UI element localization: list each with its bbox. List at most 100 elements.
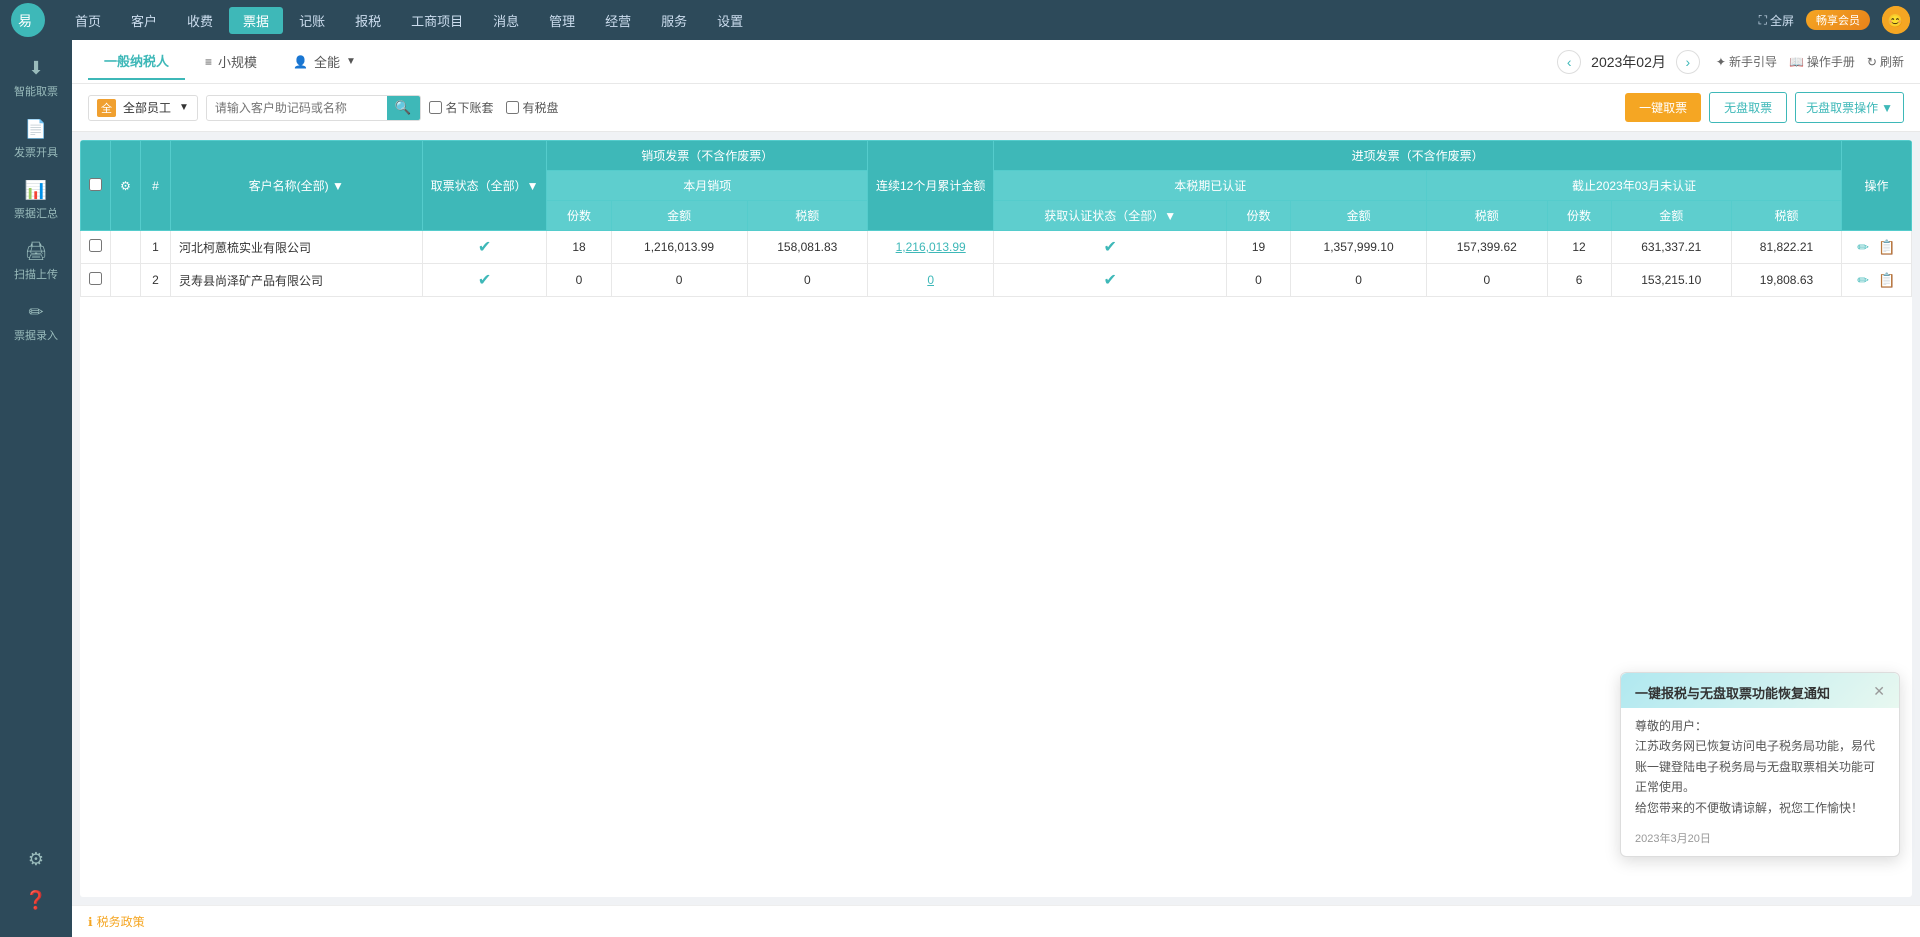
td-status-1: ✔ bbox=[422, 231, 547, 264]
sidebar-item-settings[interactable]: ⚙ bbox=[21, 839, 51, 880]
all-icon: 👤 bbox=[293, 55, 308, 69]
th-operation: 操作 bbox=[1842, 141, 1912, 231]
no-disk-more-btn[interactable]: 无盘取票操作 ▼ bbox=[1795, 92, 1904, 123]
select-all-checkbox[interactable] bbox=[89, 178, 102, 191]
th-tax-out: 税额 bbox=[747, 201, 867, 231]
edit-icon-1[interactable]: ✏ bbox=[1857, 239, 1869, 255]
edit-icon-2[interactable]: ✏ bbox=[1857, 272, 1869, 288]
td-cumulative-2[interactable]: 0 bbox=[867, 264, 993, 297]
sidebar-item-help[interactable]: ❓ bbox=[21, 880, 51, 921]
nav-tax[interactable]: 报税 bbox=[341, 7, 395, 34]
td-tax-in-1: 157,399.62 bbox=[1427, 231, 1547, 264]
refresh-link[interactable]: ↻ 刷新 bbox=[1867, 53, 1904, 70]
nav-items: 首页 客户 收费 票据 记账 报税 工商项目 消息 管理 经营 服务 设置 bbox=[61, 7, 1759, 34]
notification-popup: 一键报税与无盘取票功能恢复通知 ✕ 尊敬的用户： 江苏政务网已恢复访问电子税务局… bbox=[1620, 672, 1900, 857]
vip-button[interactable]: 畅享会员 bbox=[1806, 10, 1870, 30]
nav-customer[interactable]: 客户 bbox=[117, 7, 171, 34]
checkbox-tax-disk[interactable]: 有税盘 bbox=[506, 99, 559, 116]
nav-service[interactable]: 服务 bbox=[647, 7, 701, 34]
copy-icon-2[interactable]: 📋 bbox=[1878, 272, 1895, 288]
row-checkbox-1[interactable] bbox=[89, 239, 102, 252]
checkbox-subsidiary[interactable]: 名下账套 bbox=[429, 99, 494, 116]
sidebar-item-invoice-issue[interactable]: 📄 发票开具 bbox=[0, 109, 72, 170]
td-customer-2: 灵寿县尚泽矿产品有限公司 bbox=[171, 264, 423, 297]
cumulative-link-2[interactable]: 0 bbox=[927, 273, 934, 287]
td-count-un-2: 6 bbox=[1547, 264, 1611, 297]
nav-invoice[interactable]: 票据 bbox=[229, 7, 283, 34]
notification-close-btn[interactable]: ✕ bbox=[1873, 683, 1885, 700]
manual-link[interactable]: 📖 操作手册 bbox=[1789, 53, 1855, 70]
th-tax-un: 税额 bbox=[1731, 201, 1841, 231]
nav-account[interactable]: 记账 bbox=[285, 7, 339, 34]
nav-home[interactable]: 首页 bbox=[61, 7, 115, 34]
tab-all[interactable]: 👤 全能 ▼ bbox=[277, 44, 372, 79]
td-operation-2: ✏ 📋 bbox=[1842, 264, 1912, 297]
employee-select[interactable]: 全 全部员工 ▼ bbox=[88, 95, 198, 121]
th-amount-in: 金额 bbox=[1291, 201, 1427, 231]
sidebar-item-entry[interactable]: ✏ 票据录入 bbox=[0, 292, 72, 353]
td-index-1: 1 bbox=[141, 231, 171, 264]
th-settings: ⚙ bbox=[111, 141, 141, 231]
tab-bar: 一般纳税人 ≡ 小规模 👤 全能 ▼ ‹ 2023年02月 › ✦ bbox=[72, 40, 1920, 84]
sidebar-item-summary[interactable]: 📊 票据汇总 bbox=[0, 170, 72, 231]
td-count-in-2: 0 bbox=[1226, 264, 1290, 297]
subsidiary-checkbox[interactable] bbox=[429, 101, 442, 114]
refresh-icon: ↻ bbox=[1867, 55, 1877, 69]
filter-icon[interactable]: ▼ bbox=[332, 179, 344, 193]
search-button[interactable]: 🔍 bbox=[387, 96, 420, 120]
nav-settings[interactable]: 设置 bbox=[703, 7, 757, 34]
status-filter-icon[interactable]: ▼ bbox=[527, 179, 539, 193]
td-checkbox-2[interactable] bbox=[81, 264, 111, 297]
td-tax-un-1: 81,822.21 bbox=[1731, 231, 1841, 264]
td-checkbox-1[interactable] bbox=[81, 231, 111, 264]
one-click-ticket-btn[interactable]: 一键取票 bbox=[1625, 93, 1701, 122]
th-amount-out: 金额 bbox=[611, 201, 747, 231]
th-cumulative: 连续12个月累计金额 bbox=[867, 141, 993, 231]
prev-month-btn[interactable]: ‹ bbox=[1557, 50, 1581, 74]
copy-icon-1[interactable]: 📋 bbox=[1878, 239, 1895, 255]
tax-policy-link[interactable]: ℹ 税务政策 bbox=[88, 913, 145, 930]
manual-icon: 📖 bbox=[1789, 55, 1804, 69]
avatar[interactable]: 😊 bbox=[1882, 6, 1910, 34]
nav-business[interactable]: 工商项目 bbox=[397, 7, 477, 34]
tab-general-taxpayer[interactable]: 一般纳税人 bbox=[88, 43, 185, 80]
cumulative-link-1[interactable]: 1,216,013.99 bbox=[896, 240, 966, 254]
scan-icon: 🖨 bbox=[25, 241, 48, 262]
nav-fee[interactable]: 收费 bbox=[173, 7, 227, 34]
nav-manage[interactable]: 管理 bbox=[535, 7, 589, 34]
checkbox-group: 名下账套 有税盘 bbox=[429, 99, 559, 116]
td-tax-in-2: 0 bbox=[1427, 264, 1547, 297]
svg-text:易: 易 bbox=[18, 13, 32, 29]
toolbar-right: 一键取票 无盘取票 无盘取票操作 ▼ bbox=[1625, 92, 1904, 123]
tab-small-scale[interactable]: ≡ 小规模 bbox=[189, 44, 273, 79]
no-disk-ticket-btn[interactable]: 无盘取票 bbox=[1709, 92, 1787, 123]
nav-message[interactable]: 消息 bbox=[479, 7, 533, 34]
next-month-btn[interactable]: › bbox=[1676, 50, 1700, 74]
sidebar-bottom: ⚙ ❓ bbox=[21, 839, 51, 937]
guide-link[interactable]: ✦ 新手引导 bbox=[1716, 53, 1777, 70]
search-box: 🔍 bbox=[206, 95, 421, 121]
sidebar-item-smart-ticket[interactable]: ⬇ 智能取票 bbox=[0, 48, 72, 109]
help-icon: ❓ bbox=[25, 890, 47, 911]
top-nav-right: ⛶ 全屏 畅享会员 😊 bbox=[1759, 6, 1910, 34]
td-cumulative-1[interactable]: 1,216,013.99 bbox=[867, 231, 993, 264]
employee-tag: 全 bbox=[97, 99, 116, 117]
tab-bar-right: ‹ 2023年02月 › ✦ 新手引导 📖 操作手册 ↻ 刷新 bbox=[1557, 50, 1904, 74]
sidebar-item-scan[interactable]: 🖨 扫描上传 bbox=[0, 231, 72, 292]
fullscreen-btn[interactable]: ⛶ 全屏 bbox=[1759, 12, 1794, 29]
td-count-un-1: 12 bbox=[1547, 231, 1611, 264]
td-settings-1 bbox=[111, 231, 141, 264]
td-amount-un-2: 153,215.10 bbox=[1611, 264, 1731, 297]
nav-operation[interactable]: 经营 bbox=[591, 7, 645, 34]
cert-filter-icon[interactable]: ▼ bbox=[1164, 209, 1176, 223]
status-check-icon-2: ✔ bbox=[478, 272, 491, 289]
th-tax-in: 税额 bbox=[1427, 201, 1547, 231]
search-input[interactable] bbox=[207, 97, 387, 119]
tax-disk-checkbox[interactable] bbox=[506, 101, 519, 114]
toolbar-left: 全 全部员工 ▼ 🔍 名下账套 有税盘 bbox=[88, 95, 1615, 121]
more-arrow-icon: ▼ bbox=[1881, 101, 1893, 115]
row-checkbox-2[interactable] bbox=[89, 272, 102, 285]
sidebar: ⬇ 智能取票 📄 发票开具 📊 票据汇总 🖨 扫描上传 ✏ 票据录入 ⚙ ❓ bbox=[0, 40, 72, 937]
guide-icon: ✦ bbox=[1716, 55, 1726, 69]
th-amount-un: 金额 bbox=[1611, 201, 1731, 231]
